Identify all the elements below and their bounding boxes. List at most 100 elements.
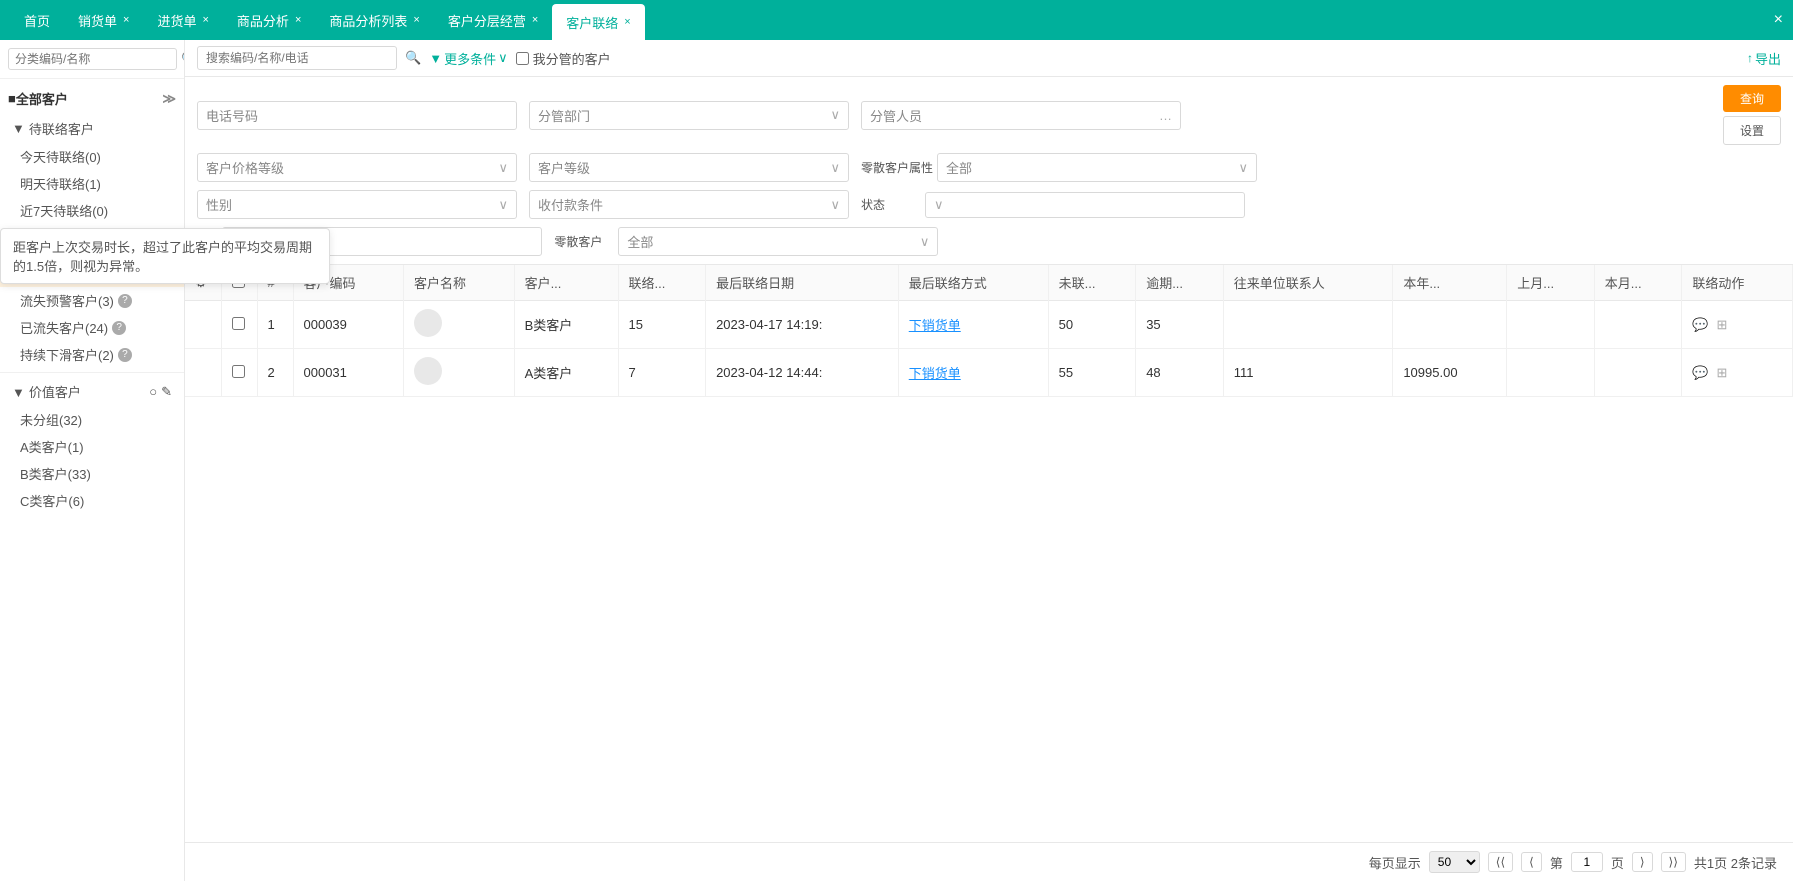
close-sales-tab[interactable]: ×	[123, 14, 129, 26]
row-last-contact-method[interactable]: 下销货单	[898, 301, 1048, 349]
row-contact: 15	[618, 301, 706, 349]
col-name[interactable]: 客户名称	[404, 265, 515, 301]
col-unread[interactable]: 未联...	[1048, 265, 1136, 301]
filter-retail-customer[interactable]: 全部 ∨	[618, 227, 938, 256]
sidebar-item-churn-warning[interactable]: 流失预警客户(3) ?	[0, 287, 184, 314]
pagination-bar: 每页显示 50 100 200 ⟨⟨ ⟨ 第 页 ⟩ ⟩⟩ 共1页 2条记录	[185, 842, 1793, 881]
action-more-icon[interactable]: ⊞	[1717, 317, 1728, 333]
my-customer-filter: 我分管的客户	[516, 49, 611, 68]
sidebar-item-class-b[interactable]: B类客户(33)	[0, 460, 184, 487]
nav-tab-home[interactable]: 首页	[10, 0, 64, 40]
query-button[interactable]: 查询	[1723, 85, 1781, 112]
filter-status[interactable]: ∨	[925, 192, 1245, 218]
col-unit-contact[interactable]: 往来单位联系人	[1223, 265, 1393, 301]
data-table-area: ⚙ # 客户编码 客户名称 客户... 联络... 最后联络日期 最后联络方式 …	[185, 265, 1793, 842]
my-customer-checkbox[interactable]	[516, 52, 529, 65]
close-customer-mgmt-tab[interactable]: ×	[532, 14, 538, 26]
nav-tab-customer-mgmt[interactable]: 客户分层经营 ×	[434, 0, 552, 40]
row-last-contact-method[interactable]: 下销货单	[898, 349, 1048, 397]
retail-attr-caret-icon: ∨	[1239, 160, 1249, 176]
row-contact: 7	[618, 349, 706, 397]
action-more-icon[interactable]: ⊞	[1717, 365, 1728, 381]
col-this-month[interactable]: 本月...	[1594, 265, 1682, 301]
department-caret-icon: ∨	[830, 107, 840, 123]
sidebar-item-7days[interactable]: 近7天待联络(0)	[0, 197, 184, 224]
value-group-edit-icon[interactable]: ✎	[161, 384, 172, 400]
nav-tab-customer-contact[interactable]: 客户联络 ×	[552, 4, 644, 40]
caret-down-icon: ∨	[498, 50, 508, 66]
window-close-button[interactable]: ×	[1774, 11, 1783, 29]
col-last-month[interactable]: 上月...	[1507, 265, 1595, 301]
nav-tab-analysis-list[interactable]: 商品分析列表 ×	[315, 0, 433, 40]
nav-tab-sales[interactable]: 销货单 ×	[64, 0, 143, 40]
col-last-contact-date[interactable]: 最后联络日期	[706, 265, 899, 301]
action-chat-icon[interactable]: 💬	[1692, 365, 1708, 381]
filter-department[interactable]: 分管部门 ∨	[529, 101, 849, 130]
sidebar-group-value[interactable]: ▼价值客户 ○ ✎	[0, 377, 184, 406]
row-overdue: 48	[1136, 349, 1224, 397]
row-unit-contact	[1223, 301, 1393, 349]
search-button[interactable]: 🔍	[405, 50, 421, 66]
search-input[interactable]	[197, 46, 397, 70]
sidebar-all-customers[interactable]: ■ 全部客户 ≫	[0, 83, 184, 114]
sidebar-item-class-a[interactable]: A类客户(1)	[0, 433, 184, 460]
table-row: 2 000031 A类客户 7 2023-04-12 14:44: 下销货单 5…	[185, 349, 1793, 397]
col-overdue[interactable]: 逾期...	[1136, 265, 1224, 301]
nav-tab-purchase[interactable]: 进货单 ×	[143, 0, 222, 40]
more-conditions-button[interactable]: ▼ 更多条件 ∨	[429, 49, 507, 68]
row-checkbox[interactable]	[232, 317, 245, 330]
filter-row-4: ... 客户类型 零散客户 全部 ∨	[197, 227, 1781, 256]
row-this-year	[1393, 301, 1507, 349]
first-page-button[interactable]: ⟨⟨	[1488, 852, 1513, 872]
sidebar-item-tomorrow[interactable]: 明天待联络(1)	[0, 170, 184, 197]
sidebar-group-pending[interactable]: ▼ 待联络客户	[0, 114, 184, 143]
filter-retail-attr[interactable]: 全部 ∨	[937, 153, 1257, 182]
sidebar-item-today[interactable]: 今天待联络(0)	[0, 143, 184, 170]
filter-customer-level[interactable]: 客户等级 ∨	[529, 153, 849, 182]
filter-price-level[interactable]: 客户价格等级 ∨	[197, 153, 517, 182]
filter-gender[interactable]: 性别 ∨	[197, 190, 517, 219]
data-table: ⚙ # 客户编码 客户名称 客户... 联络... 最后联络日期 最后联络方式 …	[185, 265, 1793, 397]
row-this-month	[1594, 301, 1682, 349]
prev-page-button[interactable]: ⟨	[1521, 852, 1542, 872]
next-page-button[interactable]: ⟩	[1632, 852, 1653, 872]
sidebar-item-ungrouped[interactable]: 未分组(32)	[0, 406, 184, 433]
sidebar-item-churned[interactable]: 已流失客户(24) ?	[0, 314, 184, 341]
col-contact[interactable]: 联络...	[618, 265, 706, 301]
nav-tab-analysis[interactable]: 商品分析 ×	[223, 0, 315, 40]
per-page-select[interactable]: 50 100 200	[1429, 851, 1480, 873]
col-last-contact-method[interactable]: 最后联络方式	[898, 265, 1048, 301]
page-number-input[interactable]	[1571, 852, 1603, 872]
close-customer-contact-tab[interactable]: ×	[624, 16, 630, 28]
sidebar-collapse-icon[interactable]: ≫	[162, 91, 176, 107]
info-icon-declining: ?	[118, 348, 132, 362]
price-level-caret-icon: ∨	[498, 160, 508, 176]
action-buttons: 查询 设置	[1723, 85, 1781, 145]
row-settings-cell	[185, 349, 221, 397]
value-group-add-icon[interactable]: ○	[149, 384, 157, 400]
row-checkbox[interactable]	[232, 365, 245, 378]
row-last-contact-date: 2023-04-17 14:19:	[706, 301, 899, 349]
row-code: 000039	[293, 301, 404, 349]
row-customer-type: A类客户	[514, 349, 618, 397]
filter-icon: ▼	[429, 51, 442, 66]
col-customer-type[interactable]: 客户...	[514, 265, 618, 301]
export-button[interactable]: ↑ 导出	[1747, 49, 1781, 68]
filter-phone[interactable]: 电话号码	[197, 101, 517, 130]
row-customer-type: B类客户	[514, 301, 618, 349]
sidebar-item-declining[interactable]: 持续下滑客户(2) ?	[0, 341, 184, 368]
close-purchase-tab[interactable]: ×	[202, 14, 208, 26]
close-analysis-list-tab[interactable]: ×	[413, 14, 419, 26]
row-last-month	[1507, 349, 1595, 397]
last-page-button[interactable]: ⟩⟩	[1661, 852, 1686, 872]
filter-payment[interactable]: 收付款条件 ∨	[529, 190, 849, 219]
info-icon-churn: ?	[118, 294, 132, 308]
filter-person[interactable]: 分管人员 …	[861, 101, 1181, 130]
col-this-year[interactable]: 本年...	[1393, 265, 1507, 301]
row-actions: 💬 ⊞	[1682, 349, 1793, 397]
settings-button[interactable]: 设置	[1723, 116, 1781, 145]
sidebar-search-input[interactable]	[8, 48, 177, 70]
sidebar-item-class-c[interactable]: C类客户(6)	[0, 487, 184, 514]
close-analysis-tab[interactable]: ×	[295, 14, 301, 26]
action-chat-icon[interactable]: 💬	[1692, 317, 1708, 333]
